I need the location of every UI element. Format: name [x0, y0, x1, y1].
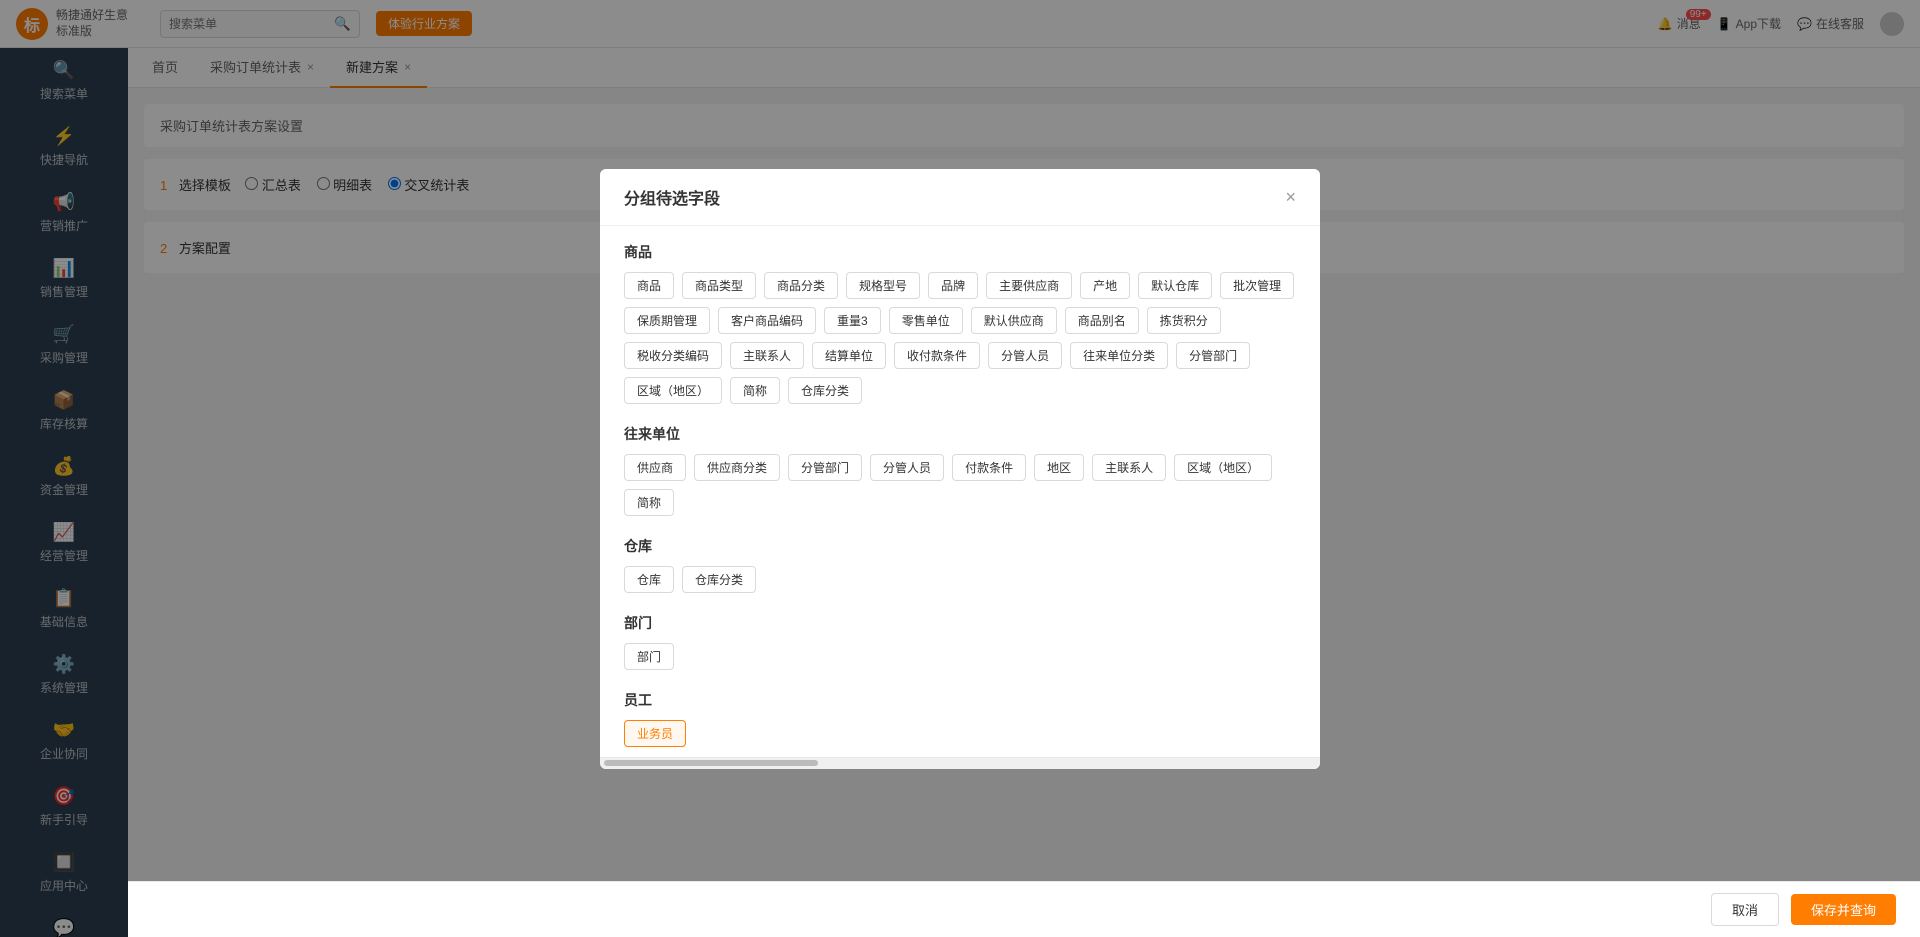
field-tag[interactable]: 商品	[624, 272, 674, 299]
modal-hscrollbar-thumb	[604, 760, 818, 766]
section-department: 部门 部门	[624, 613, 1296, 670]
field-tag[interactable]: 保质期管理	[624, 307, 710, 334]
modal-body: 商品 商品 商品类型 商品分类 规格型号 品牌 主要供应商 产地 默认仓库 批次…	[600, 226, 1320, 757]
field-tag[interactable]: 商品别名	[1065, 307, 1139, 334]
modal-overlay: 分组待选字段 × 商品 商品 商品类型 商品分类 规格型号 品牌 主要供应商 产…	[0, 0, 1920, 937]
modal-header: 分组待选字段 ×	[600, 169, 1320, 226]
field-tag[interactable]: 部门	[624, 643, 674, 670]
section-goods-fields: 商品 商品类型 商品分类 规格型号 品牌 主要供应商 产地 默认仓库 批次管理 …	[624, 272, 1296, 404]
section-staff: 员工 业务员	[624, 690, 1296, 747]
field-tag-staff-sales[interactable]: 业务员	[624, 720, 686, 747]
field-tag[interactable]: 仓库分类	[788, 377, 862, 404]
bottom-action-bar: 取消 保存并查询	[128, 881, 1920, 937]
field-tag[interactable]: 仓库	[624, 566, 674, 593]
field-tag[interactable]: 供应商	[624, 454, 686, 481]
field-tag[interactable]: 重量3	[824, 307, 881, 334]
field-select-modal: 分组待选字段 × 商品 商品 商品类型 商品分类 规格型号 品牌 主要供应商 产…	[600, 169, 1320, 769]
modal-title: 分组待选字段	[624, 185, 720, 209]
section-staff-fields: 业务员	[624, 720, 1296, 747]
field-tag[interactable]: 商品分类	[764, 272, 838, 299]
section-partner-fields: 供应商 供应商分类 分管部门 分管人员 付款条件 地区 主联系人 区域（地区） …	[624, 454, 1296, 516]
field-tag[interactable]: 拣货积分	[1147, 307, 1221, 334]
field-tag[interactable]: 税收分类编码	[624, 342, 722, 369]
field-tag[interactable]: 简称	[730, 377, 780, 404]
field-tag[interactable]: 分管部门	[788, 454, 862, 481]
field-tag[interactable]: 区域（地区）	[624, 377, 722, 404]
save-query-button[interactable]: 保存并查询	[1791, 894, 1896, 925]
field-tag[interactable]: 主联系人	[1092, 454, 1166, 481]
section-warehouse-fields: 仓库 仓库分类	[624, 566, 1296, 593]
modal-hscrollbar[interactable]	[600, 757, 1320, 769]
field-tag[interactable]: 结算单位	[812, 342, 886, 369]
field-tag[interactable]: 仓库分类	[682, 566, 756, 593]
modal-close-button[interactable]: ×	[1285, 188, 1296, 206]
field-tag[interactable]: 默认供应商	[971, 307, 1057, 334]
field-tag[interactable]: 默认仓库	[1138, 272, 1212, 299]
section-department-fields: 部门	[624, 643, 1296, 670]
field-tag[interactable]: 产地	[1080, 272, 1130, 299]
field-tag[interactable]: 分管人员	[988, 342, 1062, 369]
field-tag[interactable]: 规格型号	[846, 272, 920, 299]
field-tag[interactable]: 主要供应商	[986, 272, 1072, 299]
field-tag[interactable]: 付款条件	[952, 454, 1026, 481]
section-partner: 往来单位 供应商 供应商分类 分管部门 分管人员 付款条件 地区 主联系人 区域…	[624, 424, 1296, 516]
field-tag[interactable]: 零售单位	[889, 307, 963, 334]
field-tag[interactable]: 主联系人	[730, 342, 804, 369]
field-tag[interactable]: 分管部门	[1176, 342, 1250, 369]
field-tag[interactable]: 收付款条件	[894, 342, 980, 369]
field-tag[interactable]: 往来单位分类	[1070, 342, 1168, 369]
field-tag[interactable]: 地区	[1034, 454, 1084, 481]
field-tag[interactable]: 客户商品编码	[718, 307, 816, 334]
field-tag[interactable]: 简称	[624, 489, 674, 516]
section-staff-title: 员工	[624, 690, 1296, 710]
section-department-title: 部门	[624, 613, 1296, 633]
field-tag[interactable]: 分管人员	[870, 454, 944, 481]
field-tag[interactable]: 区域（地区）	[1174, 454, 1272, 481]
field-tag[interactable]: 商品类型	[682, 272, 756, 299]
cancel-button[interactable]: 取消	[1711, 893, 1779, 926]
field-tag[interactable]: 批次管理	[1220, 272, 1294, 299]
field-tag[interactable]: 供应商分类	[694, 454, 780, 481]
field-tag[interactable]: 品牌	[928, 272, 978, 299]
section-warehouse-title: 仓库	[624, 536, 1296, 556]
section-warehouse: 仓库 仓库 仓库分类	[624, 536, 1296, 593]
section-goods-title: 商品	[624, 242, 1296, 262]
section-goods: 商品 商品 商品类型 商品分类 规格型号 品牌 主要供应商 产地 默认仓库 批次…	[624, 242, 1296, 404]
section-partner-title: 往来单位	[624, 424, 1296, 444]
